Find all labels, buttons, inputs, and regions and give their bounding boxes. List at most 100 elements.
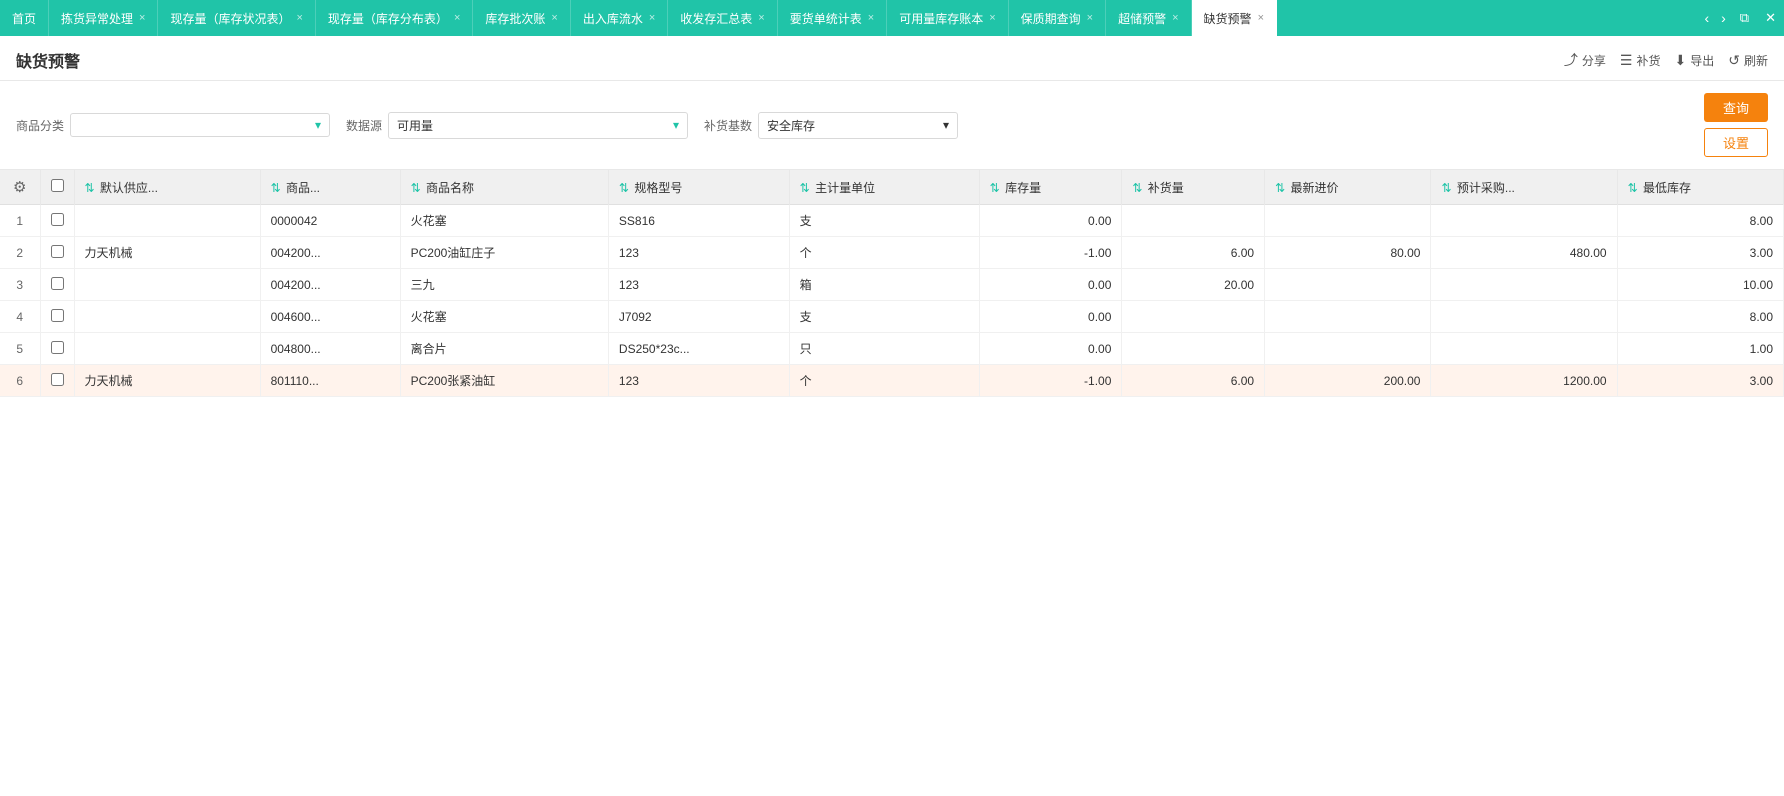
cell-restock-qty: 6.00 [1122,365,1265,397]
col-supplier-sort-icon: ⇅ [85,181,95,195]
category-select[interactable]: ▾ [70,113,330,137]
col-min-stock-sort-icon: ⇅ [1628,181,1638,195]
tab-home[interactable]: 首页 [0,0,49,36]
window-restore-btn[interactable]: ⧉ [1732,0,1757,36]
tab-inventory-status[interactable]: 现存量（库存状况表） × [158,0,315,36]
filter-actions: 查询 设置 [1704,93,1768,157]
tab-exception-close[interactable]: × [139,12,145,24]
row-checkbox-3[interactable] [51,309,64,322]
cell-unit: 个 [789,237,979,269]
cell-min-stock: 3.00 [1617,237,1783,269]
restock-button[interactable]: ☰ 补货 [1620,52,1661,69]
cell-latest-price [1265,269,1431,301]
cell-min-stock: 1.00 [1617,333,1783,365]
tab-expiry-query[interactable]: 保质期查询 × [1009,0,1106,36]
window-controls: ‹ › ⧉ ✕ [1698,0,1784,36]
table-row: 5 004800... 离合片 DS250*23c... 只 0.00 1.00 [0,333,1784,365]
cell-min-stock: 3.00 [1617,365,1783,397]
select-all-checkbox[interactable] [51,179,64,192]
cell-stock: 0.00 [979,269,1122,301]
tab-exception[interactable]: 拣货异常处理 × [49,0,158,36]
datasource-select[interactable]: 可用量 ▾ [388,112,688,139]
cell-est-purchase: 1200.00 [1431,365,1617,397]
share-button[interactable]: ⤴ 分享 [1564,50,1606,70]
base-value: 安全库存 [767,117,815,134]
tab-expiry-query-close[interactable]: × [1087,12,1093,24]
col-stock: ⇅ 库存量 [979,170,1122,205]
tab-overstock-close[interactable]: × [1172,12,1178,24]
cell-spec: 123 [608,365,789,397]
cell-min-stock: 10.00 [1617,269,1783,301]
tab-available-ledger-close[interactable]: × [989,12,995,24]
tab-nav-next[interactable]: › [1715,0,1732,36]
cell-latest-price: 200.00 [1265,365,1431,397]
col-min-stock: ⇅ 最低库存 [1617,170,1783,205]
page-header: 缺货预警 ⤴ 分享 ☰ 补货 ⬇ 导出 ↺ 刷新 [0,36,1784,81]
tab-shortage[interactable]: 缺货预警 × [1192,0,1277,36]
datasource-filter: 数据源 可用量 ▾ [346,112,688,139]
cell-stock: 0.00 [979,205,1122,237]
tab-shortage-close[interactable]: × [1258,12,1264,24]
col-restock-qty-sort-icon: ⇅ [1132,181,1142,195]
table-row: 6 力天机械 801110... PC200张紧油缸 123 个 -1.00 6… [0,365,1784,397]
row-checkbox-5[interactable] [51,373,64,386]
tab-batch-account[interactable]: 库存批次账 × [473,0,570,36]
tab-inventory-dist[interactable]: 现存量（库存分布表） × [316,0,473,36]
col-spec-sort-icon: ⇅ [619,181,629,195]
row-checkbox-0[interactable] [51,213,64,226]
setting-button[interactable]: 设置 [1704,128,1768,157]
window-close-btn[interactable]: ✕ [1757,0,1784,36]
tab-receive-summary-close[interactable]: × [758,12,764,24]
tab-inout-flow-close[interactable]: × [649,12,655,24]
export-button[interactable]: ⬇ 导出 [1675,52,1715,69]
tab-receive-summary[interactable]: 收发存汇总表 × [668,0,777,36]
category-filter: 商品分类 ▾ [16,113,330,137]
cell-spec: 123 [608,237,789,269]
col-latest-price: ⇅ 最新进价 [1265,170,1431,205]
page-title: 缺货预警 [16,48,80,72]
row-checkbox-cell [40,301,74,333]
cell-supplier: 力天机械 [74,365,260,397]
cell-goods-code: 004600... [260,301,400,333]
table-row: 4 004600... 火花塞 J7092 支 0.00 8.00 [0,301,1784,333]
refresh-button[interactable]: ↺ 刷新 [1728,52,1768,69]
cell-goods-name: 火花塞 [400,205,608,237]
row-checkbox-cell [40,333,74,365]
tab-available-ledger[interactable]: 可用量库存账本 × [887,0,1008,36]
tab-inventory-status-close[interactable]: × [296,12,302,24]
row-checkbox-2[interactable] [51,277,64,290]
query-button[interactable]: 查询 [1704,93,1768,122]
tab-inventory-dist-close[interactable]: × [454,12,460,24]
cell-goods-code: 004200... [260,237,400,269]
export-icon: ⬇ [1675,52,1687,69]
col-goods-code: ⇅ 商品... [260,170,400,205]
col-spec: ⇅ 规格型号 [608,170,789,205]
filter-bar: 商品分类 ▾ 数据源 可用量 ▾ 补货基数 安全库存 ▾ 查询 设置 [0,81,1784,170]
cell-goods-name: 三九 [400,269,608,301]
base-label: 补货基数 [704,117,752,134]
cell-goods-code: 801110... [260,365,400,397]
cell-unit: 只 [789,333,979,365]
cell-unit: 个 [789,365,979,397]
col-est-purchase: ⇅ 预计采购... [1431,170,1617,205]
cell-unit: 支 [789,301,979,333]
tab-batch-account-close[interactable]: × [551,12,557,24]
tab-nav-prev[interactable]: ‹ [1698,0,1715,36]
row-checkbox-cell [40,205,74,237]
tab-demand-stat-close[interactable]: × [868,12,874,24]
tab-demand-stat[interactable]: 要货单统计表 × [778,0,887,36]
tab-inout-flow[interactable]: 出入库流水 × [571,0,668,36]
row-checkbox-4[interactable] [51,341,64,354]
restock-icon: ☰ [1620,52,1633,69]
cell-goods-name: PC200张紧油缸 [400,365,608,397]
cell-goods-code: 0000042 [260,205,400,237]
base-select[interactable]: 安全库存 ▾ [758,112,958,139]
row-checkbox-1[interactable] [51,245,64,258]
table-settings-button[interactable]: ⚙ [13,178,26,196]
col-latest-price-sort-icon: ⇅ [1275,181,1285,195]
cell-spec: J7092 [608,301,789,333]
col-unit: ⇅ 主计量单位 [789,170,979,205]
tab-overstock[interactable]: 超储预警 × [1106,0,1191,36]
row-checkbox-cell [40,237,74,269]
col-settings: ⚙ [0,170,40,205]
